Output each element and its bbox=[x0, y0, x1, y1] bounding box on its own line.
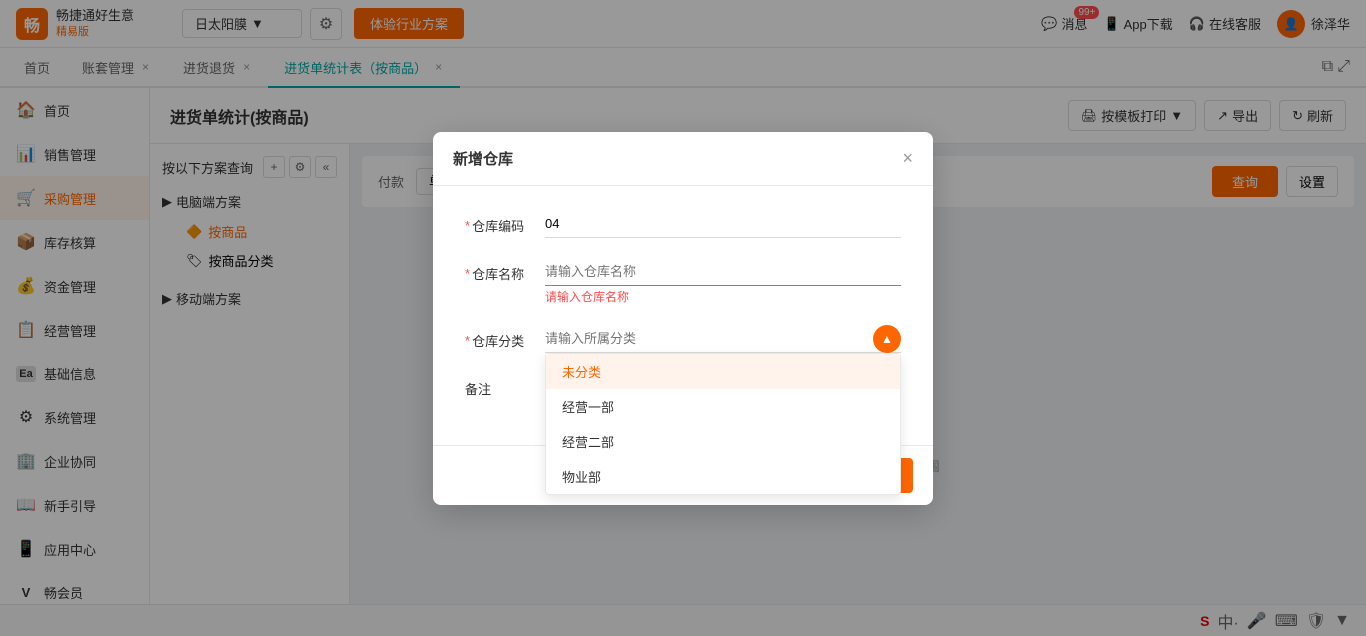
category-input[interactable] bbox=[545, 325, 901, 353]
code-input[interactable] bbox=[545, 210, 901, 238]
form-row-name: * 仓库名称 请输入仓库名称 bbox=[465, 258, 901, 305]
modal-title: 新增仓库 bbox=[453, 148, 513, 169]
category-select-wrapper: ▲ 未分类 经营一部 经营二部 物业部 bbox=[545, 325, 901, 353]
modal-header: 新增仓库 × bbox=[433, 132, 933, 186]
form-row-code: * 仓库编码 bbox=[465, 210, 901, 238]
category-label: * 仓库分类 bbox=[465, 325, 545, 350]
dropdown-item-dept1[interactable]: 经营一部 bbox=[546, 389, 900, 424]
name-label: * 仓库名称 bbox=[465, 258, 545, 283]
dropdown-item-dept2[interactable]: 经营二部 bbox=[546, 424, 900, 459]
code-label: * 仓库编码 bbox=[465, 210, 545, 235]
modal-overlay[interactable]: 新增仓库 × * 仓库编码 * 仓库名称 请输入仓库名称 bbox=[0, 0, 1366, 636]
form-row-category: * 仓库分类 ▲ 未分类 经营一部 经营二部 物业部 bbox=[465, 325, 901, 353]
add-warehouse-modal: 新增仓库 × * 仓库编码 * 仓库名称 请输入仓库名称 bbox=[433, 132, 933, 505]
dropdown-item-property[interactable]: 物业部 bbox=[546, 459, 900, 494]
name-input[interactable] bbox=[545, 258, 901, 286]
dropdown-item-uncategorized[interactable]: 未分类 bbox=[546, 354, 900, 389]
category-dropdown-list: 未分类 经营一部 经营二部 物业部 bbox=[545, 353, 901, 495]
remark-label: 备注 bbox=[465, 373, 545, 398]
modal-close-button[interactable]: × bbox=[902, 148, 913, 169]
category-dropdown-arrow[interactable]: ▲ bbox=[873, 325, 901, 353]
modal-body: * 仓库编码 * 仓库名称 请输入仓库名称 * bbox=[433, 186, 933, 445]
name-error-msg: 请输入仓库名称 bbox=[545, 288, 901, 305]
